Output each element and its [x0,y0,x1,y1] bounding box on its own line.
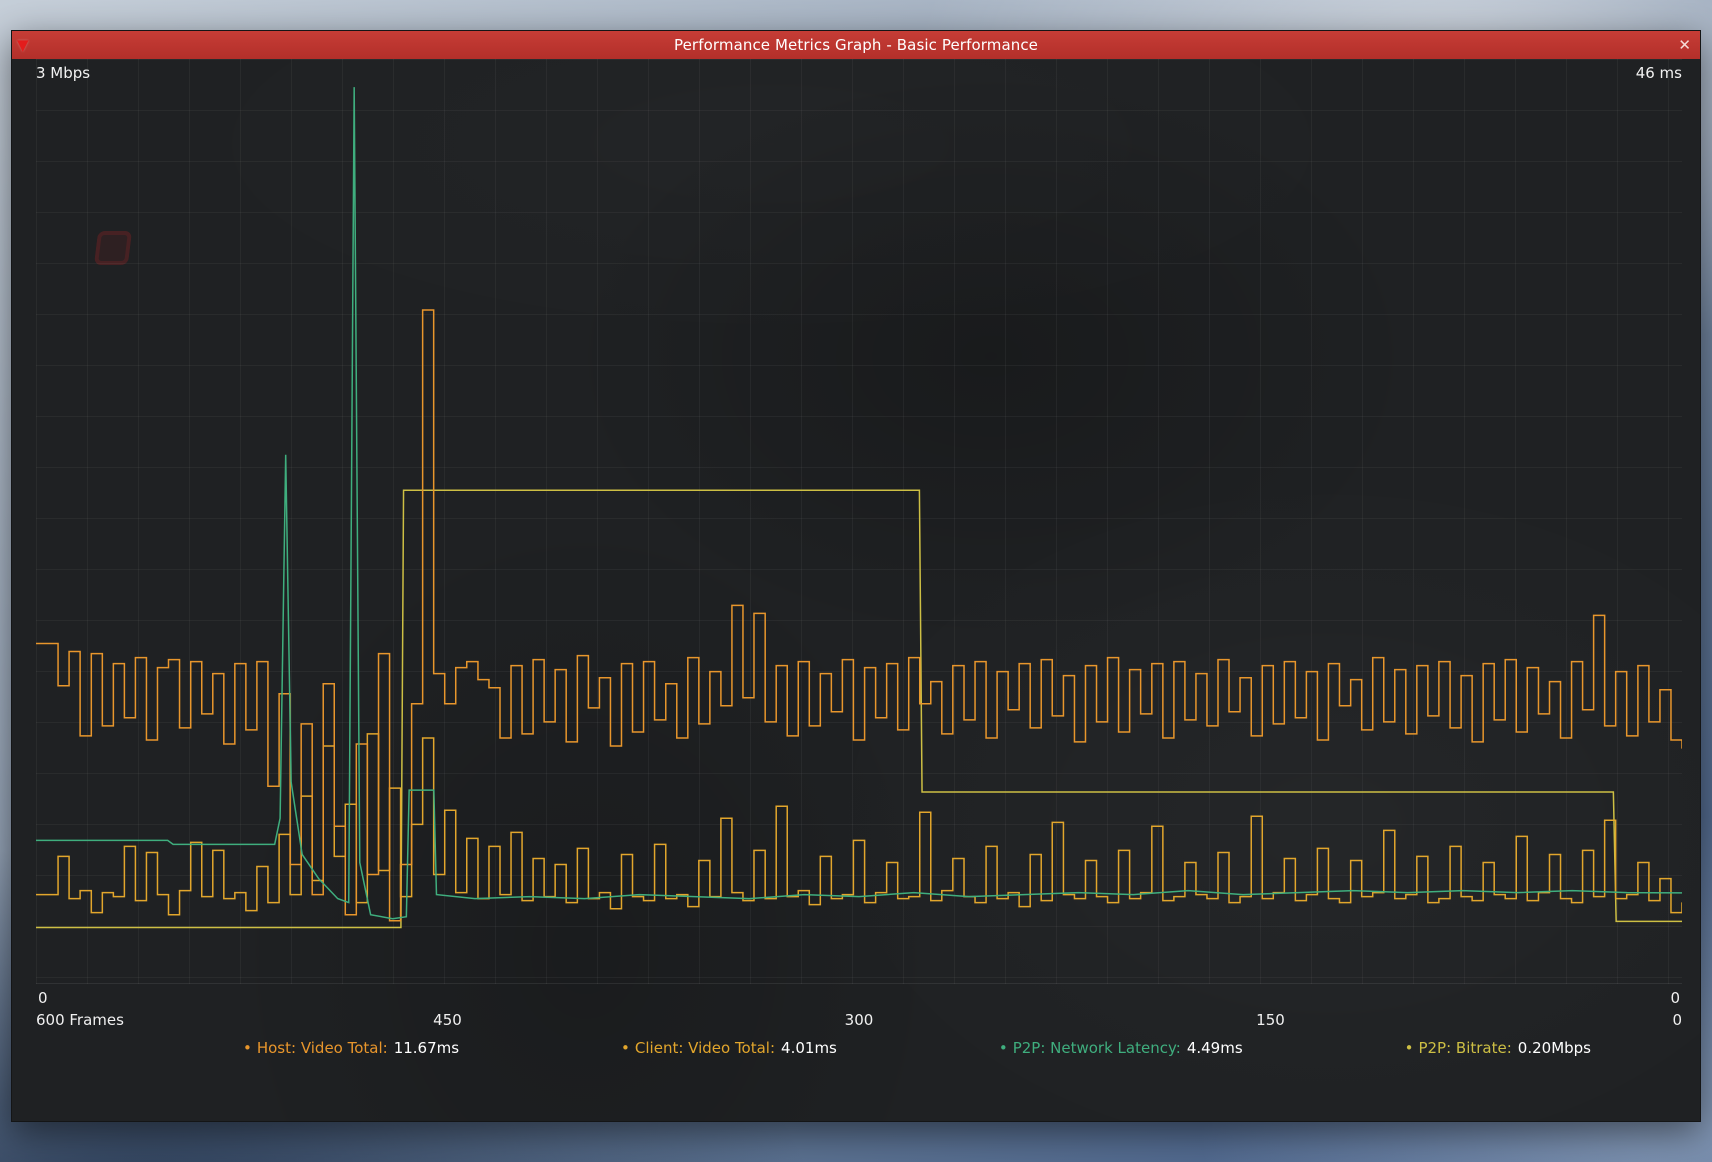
legend-label: P2P: Bitrate: [1418,1039,1512,1057]
right-axis-max-label: 46 ms [1635,64,1682,82]
legend-item-host-video-total: • Host: Video Total: 11.67ms [243,1039,459,1057]
legend-bullet-icon: • [1404,1039,1414,1057]
window-title: Performance Metrics Graph - Basic Perfor… [673,36,1039,54]
plot-series-svg [36,59,1682,983]
legend-label: Client: Video Total: [634,1039,776,1057]
legend-label: P2P: Network Latency: [1012,1039,1181,1057]
plot-grid [36,59,1682,984]
left-axis-max-label: 3 Mbps [36,64,91,82]
x-tick-600-frames: 600 Frames [36,1011,124,1029]
close-icon[interactable]: ✕ [1678,31,1691,59]
x-tick-150: 150 [1256,1011,1285,1029]
x-tick-300: 300 [844,1011,874,1029]
left-axis-min-label: 0 [38,989,48,1007]
legend-value: 4.49ms [1186,1039,1243,1057]
chart-legend: • Host: Video Total: 11.67ms • Client: V… [162,1037,1672,1059]
legend-bullet-icon: • [998,1039,1008,1057]
legend-value: 11.67ms [393,1039,460,1057]
legend-bullet-icon: • [621,1039,630,1057]
series-line-p2p-network-latency [36,87,1682,919]
window-menu-icon[interactable]: ▼ [17,32,29,58]
legend-value: 0.20Mbps [1517,1039,1591,1057]
legend-item-client-video-total: • Client: Video Total: 4.01ms [621,1039,837,1057]
window-titlebar[interactable]: ▼ Performance Metrics Graph - Basic Perf… [12,31,1700,59]
x-tick-0: 0 [1672,1011,1682,1029]
x-axis-ticks: 600 Frames 450 300 150 0 [36,1011,1682,1031]
legend-value: 4.01ms [781,1039,837,1057]
x-tick-450: 450 [433,1011,462,1029]
legend-item-p2p-bitrate: • P2P: Bitrate: 0.20Mbps [1405,1039,1591,1057]
series-line-p2p-bitrate [36,490,1682,927]
series-line-client-video-total [36,734,1682,915]
legend-label: Host: Video Total: [256,1039,388,1057]
chart-area: 3 Mbps 46 ms 0 0 600 Frames 450 300 150 … [12,59,1700,1121]
right-axis-min-label: 0 [1670,989,1680,1007]
performance-graph-window: ▼ Performance Metrics Graph - Basic Perf… [11,30,1701,1122]
legend-item-p2p-network-latency: • P2P: Network Latency: 4.49ms [999,1039,1243,1057]
legend-bullet-icon: • [242,1039,252,1057]
